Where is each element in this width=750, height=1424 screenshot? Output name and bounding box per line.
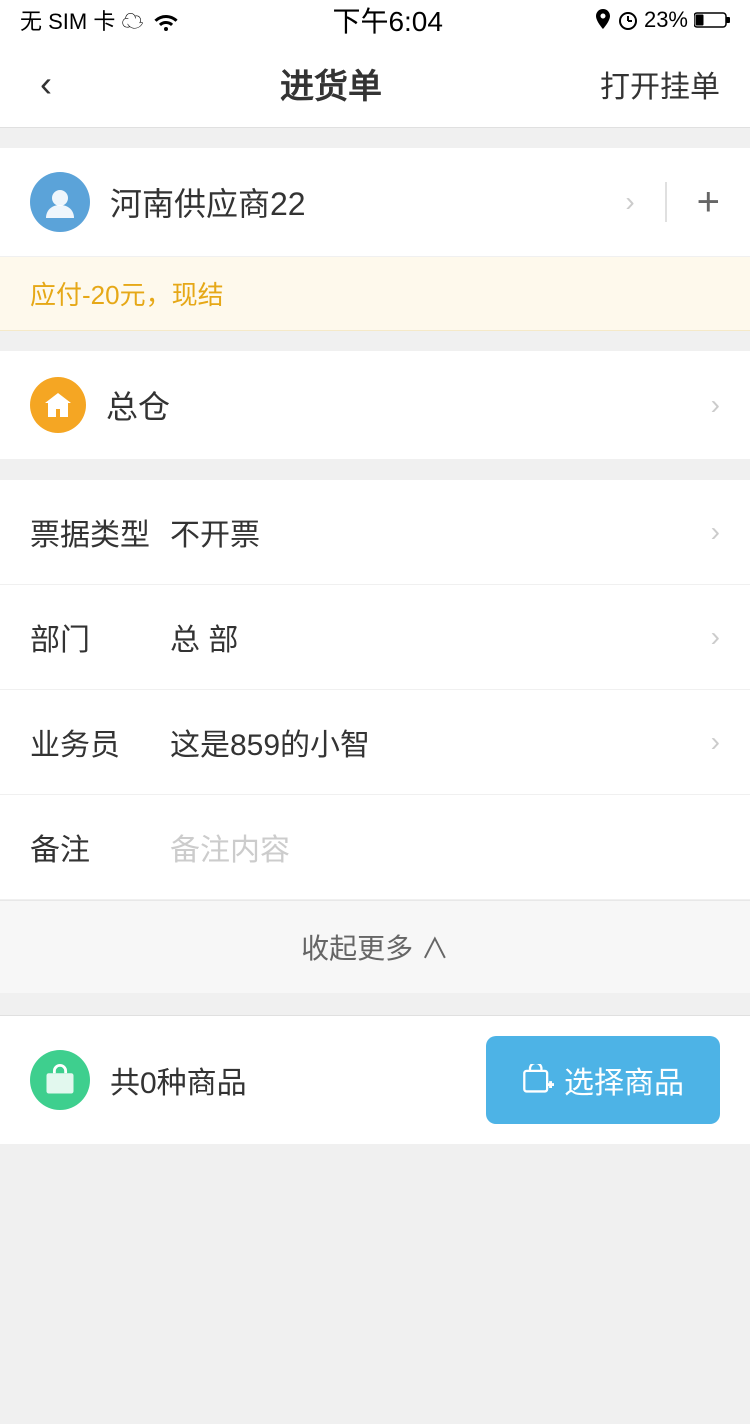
warehouse-name: 总仓 [106, 382, 711, 428]
add-supplier-button[interactable]: + [697, 180, 720, 225]
supplier-divider [665, 182, 667, 222]
bottom-bar: 共0种商品 选择商品 [0, 1015, 750, 1144]
section-separator-1 [0, 128, 750, 148]
warehouse-chevron-icon: › [711, 389, 720, 421]
person-icon [42, 184, 78, 220]
cart-icon [42, 1062, 78, 1098]
wifi-icon [151, 9, 181, 31]
salesperson-row[interactable]: 业务员 这是859的小智 › [0, 690, 750, 795]
product-count-label: 共0种商品 [110, 1058, 486, 1102]
section-separator-2 [0, 331, 750, 351]
department-label: 部门 [30, 615, 170, 659]
remark-row[interactable]: 备注 备注内容 [0, 795, 750, 900]
battery-label: 23% [644, 7, 688, 33]
select-product-label: 选择商品 [564, 1058, 684, 1102]
location-icon [594, 9, 612, 31]
page-background [0, 1144, 750, 1424]
status-right: 23% [594, 7, 730, 33]
section-separator-4 [0, 993, 750, 1013]
house-icon [42, 389, 74, 421]
supplier-chevron-icon: › [625, 186, 634, 218]
ticket-type-row[interactable]: 票据类型 不开票 › [0, 480, 750, 585]
nav-bar: ‹ 进货单 打开挂单 [0, 40, 750, 128]
form-section: 票据类型 不开票 › 部门 总 部 › 业务员 这是859的小智 › 备注 备注… [0, 480, 750, 900]
notice-bar: 应付-20元，现结 [0, 257, 750, 331]
supplier-avatar [30, 172, 90, 232]
warehouse-row[interactable]: 总仓 › [0, 351, 750, 460]
supplier-row[interactable]: 河南供应商22 › + [0, 148, 750, 257]
ticket-type-value: 不开票 [170, 510, 711, 554]
select-product-icon [522, 1064, 554, 1096]
department-row[interactable]: 部门 总 部 › [0, 585, 750, 690]
supplier-name: 河南供应商22 [110, 179, 625, 225]
collapse-label: 收起更多 ∧ [301, 933, 449, 964]
no-sim-label: 无 SIM 卡 ☁ [20, 4, 143, 36]
notice-text: 应付-20元，现结 [30, 280, 224, 310]
status-bar: 无 SIM 卡 ☁ 下午6:04 23% [0, 0, 750, 40]
page-title: 进货单 [280, 59, 382, 108]
section-separator-3 [0, 460, 750, 480]
collapse-button[interactable]: 收起更多 ∧ [0, 900, 750, 993]
salesperson-value: 这是859的小智 [170, 720, 711, 764]
department-value: 总 部 [170, 615, 711, 659]
status-time: 下午6:04 [332, 0, 443, 40]
battery-icon [694, 11, 730, 29]
status-left: 无 SIM 卡 ☁ [20, 4, 181, 36]
ticket-type-label: 票据类型 [30, 510, 170, 554]
salesperson-label: 业务员 [30, 720, 170, 764]
alarm-icon [618, 9, 638, 31]
warehouse-section: 总仓 › [0, 351, 750, 460]
warehouse-icon [30, 377, 86, 433]
product-icon [30, 1050, 90, 1110]
remark-label: 备注 [30, 825, 170, 869]
open-pending-button[interactable]: 打开挂单 [600, 62, 720, 106]
salesperson-chevron-icon: › [711, 726, 720, 758]
department-chevron-icon: › [711, 621, 720, 653]
supplier-section: 河南供应商22 › + 应付-20元，现结 [0, 148, 750, 331]
remark-placeholder: 备注内容 [170, 825, 720, 869]
ticket-type-chevron-icon: › [711, 516, 720, 548]
select-product-button[interactable]: 选择商品 [486, 1036, 720, 1124]
back-button[interactable]: ‹ [30, 53, 62, 115]
